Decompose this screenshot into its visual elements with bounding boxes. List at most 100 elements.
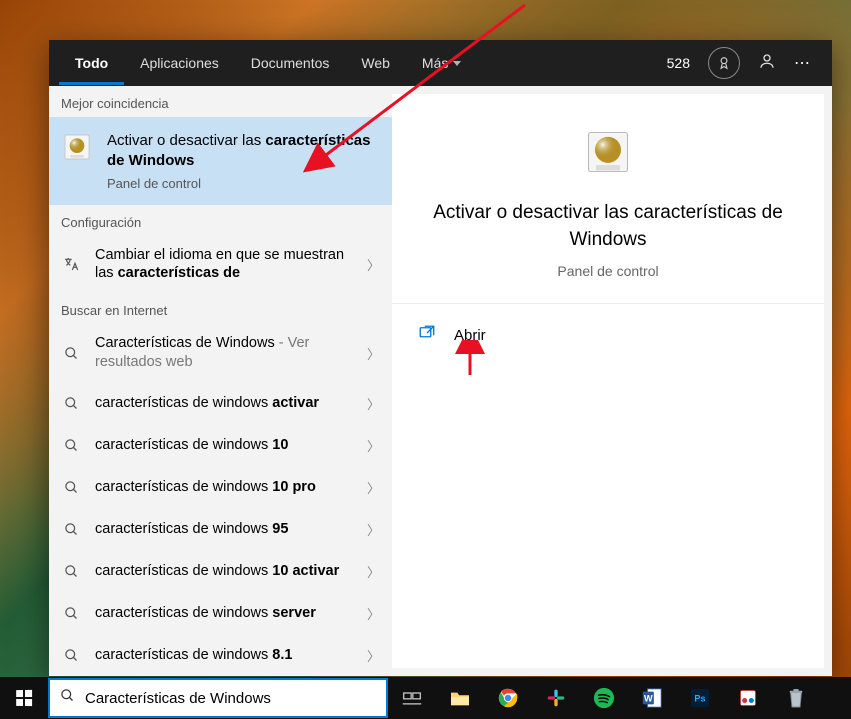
- detail-subtitle: Panel de control: [432, 263, 784, 279]
- tab-web[interactable]: Web: [345, 41, 406, 85]
- chevron-right-icon: 〉: [367, 255, 380, 274]
- web-result[interactable]: características de windows 10 pro 〉: [49, 466, 392, 508]
- windows-logo-icon: [16, 690, 32, 706]
- web-row-bold: 95: [272, 521, 288, 537]
- settings-row-bold: características de: [118, 265, 241, 281]
- web-result-text: características de windows activar: [95, 394, 353, 413]
- settings-row-text: Cambiar el idioma en que se muestran las…: [95, 246, 353, 284]
- file-explorer-icon[interactable]: [436, 677, 484, 719]
- tab-apps[interactable]: Aplicaciones: [124, 41, 235, 85]
- search-icon: [61, 645, 81, 665]
- settings-result-language[interactable]: Cambiar el idioma en que se muestran las…: [49, 236, 392, 294]
- detail-title: Activar o desactivar las características…: [432, 200, 784, 253]
- slack-icon[interactable]: [532, 677, 580, 719]
- rewards-points: 528: [667, 55, 690, 71]
- taskbar-icons: W Ps: [388, 677, 820, 719]
- web-result-text: características de windows 8.1: [95, 646, 353, 665]
- more-options-icon[interactable]: ⋯: [794, 53, 812, 73]
- web-row-pre: características de windows: [95, 647, 272, 663]
- web-top-title: Características de Windows: [95, 335, 275, 351]
- web-row-pre: características de windows: [95, 437, 272, 453]
- language-icon: [61, 254, 81, 274]
- web-row-pre: características de windows: [95, 395, 272, 411]
- web-row-pre: características de windows: [95, 563, 272, 579]
- section-web-search: Buscar en Internet: [49, 293, 392, 324]
- web-row-bold: activar: [272, 395, 319, 411]
- chevron-right-icon: 〉: [367, 344, 380, 363]
- web-row-bold: 10 activar: [272, 563, 339, 579]
- open-icon: [418, 324, 436, 347]
- search-icon: [61, 435, 81, 455]
- web-row-pre: características de windows: [95, 521, 272, 537]
- tabs-right-controls: 528 ⋯: [667, 47, 822, 79]
- web-result[interactable]: características de windows activar 〉: [49, 382, 392, 424]
- chevron-right-icon: 〉: [367, 562, 380, 581]
- photoshop-icon[interactable]: Ps: [676, 677, 724, 719]
- chevron-right-icon: 〉: [367, 646, 380, 665]
- search-icon: [61, 603, 81, 623]
- chevron-down-icon: [453, 61, 461, 66]
- web-result[interactable]: características de windows 8.1 〉: [49, 634, 392, 676]
- section-best-match: Mejor coincidencia: [49, 86, 392, 117]
- web-result[interactable]: características de windows 10 〉: [49, 424, 392, 466]
- search-icon: [61, 477, 81, 497]
- panel-body: Mejor coincidencia Activar o desactivar …: [49, 86, 832, 676]
- taskbar-search-box[interactable]: [48, 678, 388, 718]
- web-result-text: características de windows 10: [95, 436, 353, 455]
- web-row-pre: características de windows: [95, 605, 272, 621]
- open-action[interactable]: Abrir: [392, 304, 824, 367]
- chevron-right-icon: 〉: [367, 520, 380, 539]
- web-row-bold: server: [272, 605, 316, 621]
- tab-documents[interactable]: Documentos: [235, 41, 346, 85]
- chevron-right-icon: 〉: [367, 478, 380, 497]
- search-tabs-bar: Todo Aplicaciones Documentos Web Más 528…: [49, 40, 832, 86]
- web-result-text: características de windows 10 activar: [95, 562, 353, 581]
- spotify-icon[interactable]: [580, 677, 628, 719]
- open-label: Abrir: [454, 327, 486, 344]
- chevron-right-icon: 〉: [367, 394, 380, 413]
- web-row-bold: 8.1: [272, 647, 292, 663]
- control-panel-icon: [580, 124, 636, 180]
- search-icon: [61, 519, 81, 539]
- chrome-icon[interactable]: [484, 677, 532, 719]
- best-match-subtitle: Panel de control: [107, 176, 380, 191]
- chevron-right-icon: 〉: [367, 436, 380, 455]
- start-button[interactable]: [0, 677, 48, 719]
- rewards-medal-icon[interactable]: [708, 47, 740, 79]
- web-result[interactable]: características de windows 95 〉: [49, 508, 392, 550]
- result-detail-pane: Activar o desactivar las características…: [392, 94, 824, 668]
- tab-more-label: Más: [422, 55, 448, 71]
- search-icon: [61, 561, 81, 581]
- word-icon[interactable]: W: [628, 677, 676, 719]
- snipping-tool-icon[interactable]: [724, 677, 772, 719]
- best-match-result[interactable]: Activar o desactivar las características…: [49, 117, 392, 205]
- best-match-title: Activar o desactivar las características…: [107, 131, 380, 172]
- control-panel-icon: [61, 131, 93, 163]
- search-icon: [61, 393, 81, 413]
- detail-header: Activar o desactivar las características…: [392, 94, 824, 304]
- feedback-icon[interactable]: [758, 52, 776, 75]
- search-results-panel: Todo Aplicaciones Documentos Web Más 528…: [49, 40, 832, 676]
- search-input[interactable]: [85, 690, 376, 707]
- tab-all[interactable]: Todo: [59, 41, 124, 85]
- web-row-bold: 10: [272, 437, 288, 453]
- web-result[interactable]: características de windows server 〉: [49, 592, 392, 634]
- web-row-pre: características de windows: [95, 479, 272, 495]
- web-result-text: características de windows 10 pro: [95, 478, 353, 497]
- svg-text:W: W: [644, 694, 653, 704]
- task-view-icon[interactable]: [388, 677, 436, 719]
- web-result[interactable]: características de windows 10 activar 〉: [49, 550, 392, 592]
- search-icon: [61, 343, 81, 363]
- svg-text:Ps: Ps: [694, 694, 705, 704]
- search-icon: [60, 688, 75, 708]
- web-row-bold: 10 pro: [272, 479, 316, 495]
- web-result-text: características de windows server: [95, 604, 353, 623]
- recycle-bin-icon[interactable]: [772, 677, 820, 719]
- best-match-text: Activar o desactivar las características…: [107, 131, 380, 191]
- web-result-text: Características de Windows - Ver resulta…: [95, 334, 353, 372]
- section-settings: Configuración: [49, 205, 392, 236]
- web-result-text: características de windows 95: [95, 520, 353, 539]
- results-list: Mejor coincidencia Activar o desactivar …: [49, 86, 392, 676]
- web-result-top[interactable]: Características de Windows - Ver resulta…: [49, 324, 392, 382]
- tab-more[interactable]: Más: [406, 41, 477, 85]
